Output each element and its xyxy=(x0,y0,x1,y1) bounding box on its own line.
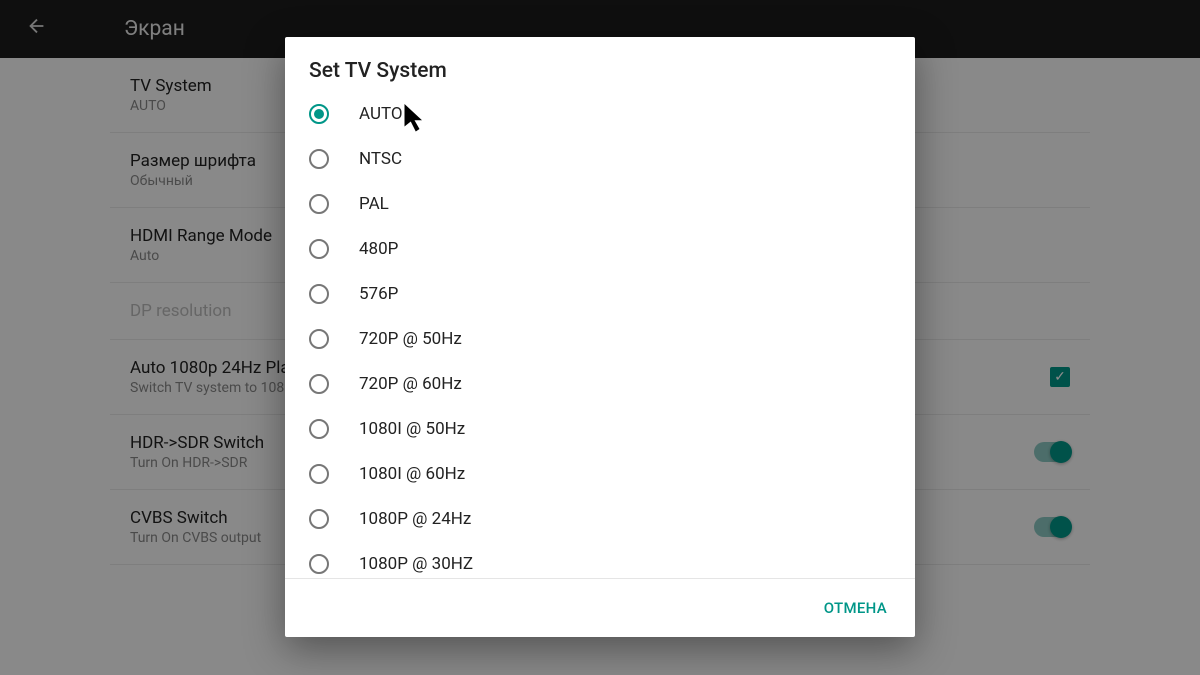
cancel-button[interactable]: ОТМЕНА xyxy=(812,591,899,625)
option-label: 480P xyxy=(359,239,398,259)
option-label: 1080P @ 30HZ xyxy=(359,554,473,574)
options-list: AUTO NTSC PAL 480P 576P 720P @ 50Hz 720P… xyxy=(285,91,915,578)
option-1080p-24[interactable]: 1080P @ 24Hz xyxy=(285,496,915,541)
option-720p-60[interactable]: 720P @ 60Hz xyxy=(285,361,915,406)
dialog-title: Set TV System xyxy=(285,37,915,91)
option-1080i-50[interactable]: 1080I @ 50Hz xyxy=(285,406,915,451)
option-label: 720P @ 60Hz xyxy=(359,374,462,394)
option-auto[interactable]: AUTO xyxy=(285,91,915,136)
radio-icon xyxy=(309,464,329,484)
option-label: 576P xyxy=(359,284,398,304)
option-576p[interactable]: 576P xyxy=(285,271,915,316)
radio-icon xyxy=(309,329,329,349)
radio-icon xyxy=(309,104,329,124)
radio-icon xyxy=(309,149,329,169)
option-480p[interactable]: 480P xyxy=(285,226,915,271)
option-label: 1080I @ 50Hz xyxy=(359,419,465,439)
option-label: AUTO xyxy=(359,104,403,124)
dialog-scrim[interactable]: Set TV System AUTO NTSC PAL 480P 576P 72… xyxy=(0,0,1200,675)
radio-icon xyxy=(309,284,329,304)
option-label: 1080P @ 24Hz xyxy=(359,509,471,529)
option-720p-50[interactable]: 720P @ 50Hz xyxy=(285,316,915,361)
option-ntsc[interactable]: NTSC xyxy=(285,136,915,181)
option-label: 1080I @ 60Hz xyxy=(359,464,465,484)
option-label: PAL xyxy=(359,194,389,214)
option-1080i-60[interactable]: 1080I @ 60Hz xyxy=(285,451,915,496)
radio-icon xyxy=(309,509,329,529)
radio-icon xyxy=(309,554,329,574)
dialog-actions: ОТМЕНА xyxy=(285,578,915,637)
radio-icon xyxy=(309,239,329,259)
option-pal[interactable]: PAL xyxy=(285,181,915,226)
option-label: 720P @ 50Hz xyxy=(359,329,462,349)
radio-icon xyxy=(309,374,329,394)
option-label: NTSC xyxy=(359,149,402,169)
radio-icon xyxy=(309,194,329,214)
option-1080p-30[interactable]: 1080P @ 30HZ xyxy=(285,541,915,578)
radio-icon xyxy=(309,419,329,439)
tv-system-dialog: Set TV System AUTO NTSC PAL 480P 576P 72… xyxy=(285,37,915,637)
